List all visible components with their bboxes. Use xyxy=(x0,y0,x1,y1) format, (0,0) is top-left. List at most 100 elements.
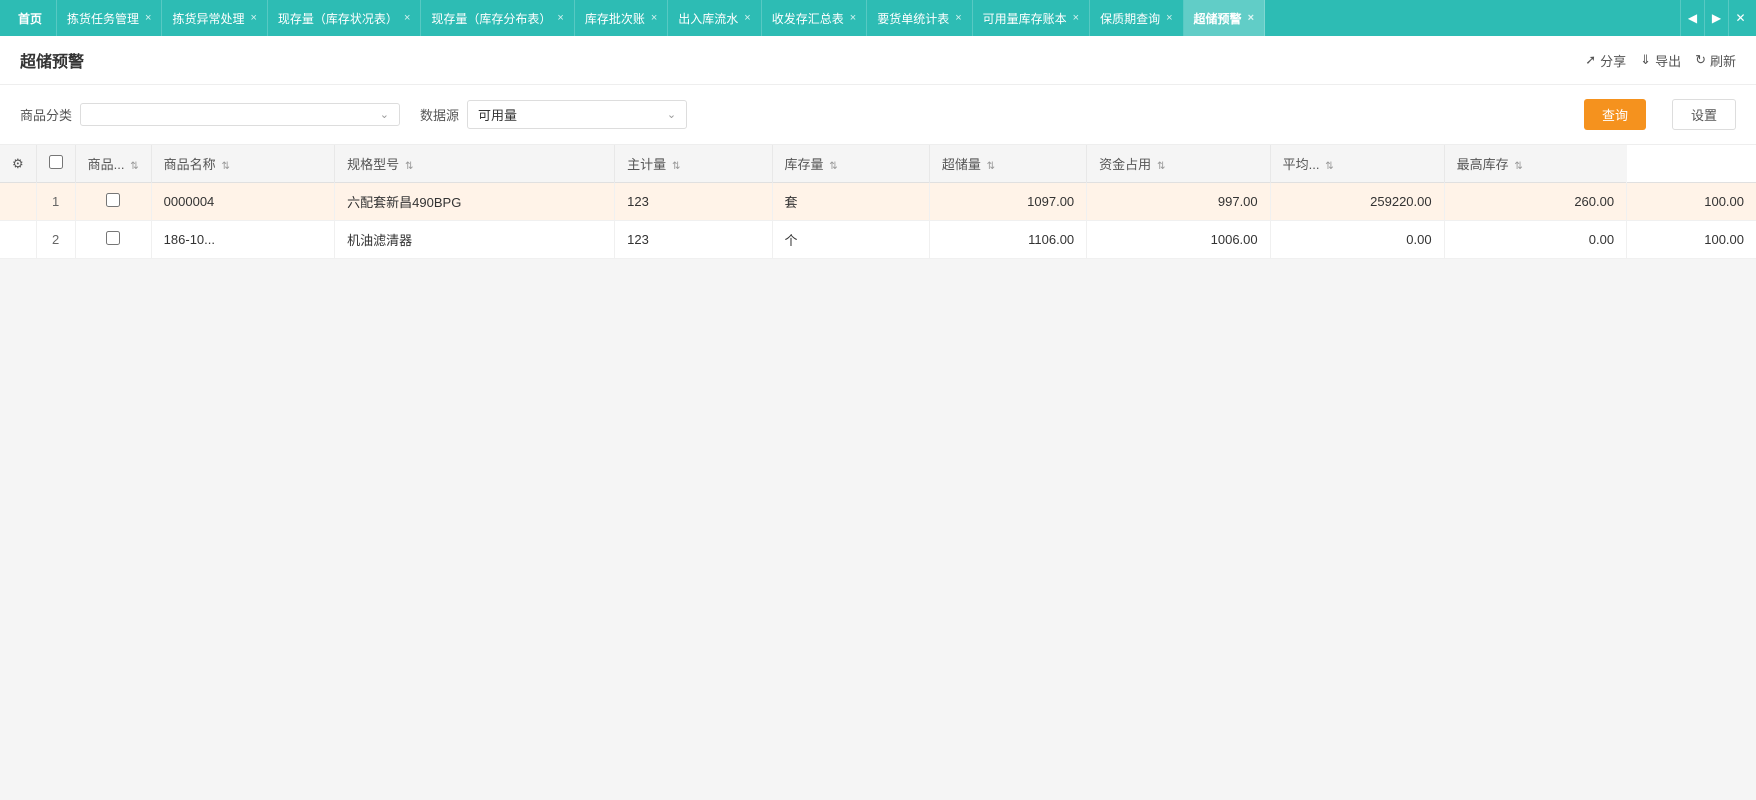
col-header-stock[interactable]: 库存量 ⇅ xyxy=(772,145,929,183)
col-header-spec[interactable]: 规格型号 ⇅ xyxy=(335,145,615,183)
nav-tab-stock-status[interactable]: 现存量（库存状况表）× xyxy=(268,0,421,36)
nav-tab-stock-dist[interactable]: 现存量（库存分布表）× xyxy=(421,0,574,36)
page-title: 超储预警 xyxy=(20,48,84,72)
unit-cell-1: 个 xyxy=(772,221,929,259)
capital-cell-0: 259220.00 xyxy=(1270,183,1444,221)
nav-close-button[interactable]: ✕ xyxy=(1728,0,1752,36)
sort-icon-stock: ⇅ xyxy=(827,161,838,172)
filters-row: 商品分类 ⌄ 数据源 可用量 ⌄ 查询 设置 xyxy=(0,85,1756,145)
col-header-max_stock[interactable]: 最高库存 ⇅ xyxy=(1444,145,1626,183)
nav-tab-task-mgmt[interactable]: 拣货任务管理× xyxy=(57,0,162,36)
nav-tab-abnormal[interactable]: 拣货异常处理× xyxy=(162,0,267,36)
row-gear-0 xyxy=(0,183,36,221)
row-num-0: 1 xyxy=(36,183,75,221)
data-table: ⚙ 商品... ⇅商品名称 ⇅规格型号 ⇅主计量 ⇅库存量 ⇅超储量 ⇅资金占用 … xyxy=(0,145,1756,259)
close-tab-stock-dist-icon[interactable]: × xyxy=(557,12,563,24)
col-header-unit[interactable]: 主计量 ⇅ xyxy=(615,145,772,183)
sort-icon-unit: ⇅ xyxy=(669,161,680,172)
header-actions: ➚ 分享 ⇓ 导出 ↻ 刷新 xyxy=(1585,51,1736,70)
nav-tab-order-stat[interactable]: 要货单统计表× xyxy=(867,0,972,36)
col-header-avg[interactable]: 平均... ⇅ xyxy=(1270,145,1444,183)
datasource-chevron-icon: ⌄ xyxy=(667,108,676,121)
share-icon: ➚ xyxy=(1585,52,1596,68)
share-button[interactable]: ➚ 分享 xyxy=(1585,51,1626,70)
datasource-filter-group: 数据源 可用量 ⌄ xyxy=(420,100,687,129)
top-nav: 首页拣货任务管理×拣货异常处理×现存量（库存状况表）×现存量（库存分布表）×库存… xyxy=(0,0,1756,36)
close-tab-recv-total-icon[interactable]: × xyxy=(850,12,856,24)
query-button[interactable]: 查询 xyxy=(1584,99,1646,130)
table-row: 2186-10...机油滤清器123个1106.001006.000.000.0… xyxy=(0,221,1756,259)
product-code-cell-0: 0000004 xyxy=(151,183,334,221)
datasource-value: 可用量 xyxy=(478,105,517,124)
col-header-product_code[interactable]: 商品... ⇅ xyxy=(75,145,151,183)
sort-icon-avg: ⇅ xyxy=(1322,161,1333,172)
gear-icon[interactable]: ⚙ xyxy=(12,156,24,171)
row-checkbox-cell-1 xyxy=(75,221,151,259)
overstock-cell-1: 1006.00 xyxy=(1087,221,1270,259)
spec-cell-1: 123 xyxy=(615,221,772,259)
row-num-1: 2 xyxy=(36,221,75,259)
unit-cell-0: 套 xyxy=(772,183,929,221)
stock-cell-1: 1106.00 xyxy=(929,221,1086,259)
overstock-cell-0: 997.00 xyxy=(1087,183,1270,221)
nav-tab-quality-check[interactable]: 保质期查询× xyxy=(1090,0,1183,36)
category-chevron-icon: ⌄ xyxy=(380,108,389,121)
col-header-checkbox xyxy=(36,145,75,183)
close-tab-avail-ledger-icon[interactable]: × xyxy=(1073,12,1079,24)
sort-icon-capital: ⇅ xyxy=(1154,161,1165,172)
col-header-gear: ⚙ xyxy=(0,145,36,183)
product-code-cell-1: 186-10... xyxy=(151,221,334,259)
close-tab-quality-check-icon[interactable]: × xyxy=(1166,12,1172,24)
select-all-checkbox[interactable] xyxy=(49,155,63,169)
close-tab-task-mgmt-icon[interactable]: × xyxy=(145,12,151,24)
avg-cell-0: 260.00 xyxy=(1444,183,1626,221)
table-row: 1 0000004六配套新昌490BPG123套1097.00997.002592… xyxy=(0,183,1756,221)
export-icon: ⇓ xyxy=(1640,52,1651,68)
product-name-cell-1: 机油滤清器 xyxy=(335,221,615,259)
category-label: 商品分类 xyxy=(20,105,72,124)
sort-icon-spec: ⇅ xyxy=(402,161,413,172)
row-checkbox-1[interactable] xyxy=(106,231,120,245)
close-tab-stock-batch-icon[interactable]: × xyxy=(651,12,657,24)
avg-cell-1: 0.00 xyxy=(1444,221,1626,259)
datasource-select[interactable]: 可用量 ⌄ xyxy=(467,100,687,129)
col-header-capital[interactable]: 资金占用 ⇅ xyxy=(1087,145,1270,183)
datasource-label: 数据源 xyxy=(420,105,459,124)
settings-button[interactable]: 设置 xyxy=(1672,99,1736,130)
product-name-cell-0: 六配套新昌490BPG xyxy=(335,183,615,221)
row-gear-1 xyxy=(0,221,36,259)
nav-tab-overstock[interactable]: 超储预警× xyxy=(1184,0,1265,36)
nav-arrows: ◀ ▶ ✕ xyxy=(1680,0,1752,36)
nav-prev-button[interactable]: ◀ xyxy=(1680,0,1704,36)
capital-cell-1: 0.00 xyxy=(1270,221,1444,259)
category-select[interactable]: ⌄ xyxy=(80,103,400,126)
close-tab-abnormal-icon[interactable]: × xyxy=(250,12,256,24)
nav-next-button[interactable]: ▶ xyxy=(1704,0,1728,36)
col-header-product_name[interactable]: 商品名称 ⇅ xyxy=(151,145,334,183)
nav-tab-avail-ledger[interactable]: 可用量库存账本× xyxy=(973,0,1090,36)
nav-tab-inout-flow[interactable]: 出入库流水× xyxy=(668,0,761,36)
sort-icon-overstock: ⇅ xyxy=(984,161,995,172)
col-header-overstock[interactable]: 超储量 ⇅ xyxy=(929,145,1086,183)
close-tab-overstock-icon[interactable]: × xyxy=(1248,12,1254,24)
row-checkbox-cell-0 xyxy=(75,183,151,221)
close-tab-order-stat-icon[interactable]: × xyxy=(955,12,961,24)
sort-icon-product_code: ⇅ xyxy=(128,161,139,172)
category-filter-group: 商品分类 ⌄ xyxy=(20,103,400,126)
max-stock-cell-1: 100.00 xyxy=(1627,221,1756,259)
refresh-icon: ↻ xyxy=(1695,52,1706,68)
table-container: ⚙ 商品... ⇅商品名称 ⇅规格型号 ⇅主计量 ⇅库存量 ⇅超储量 ⇅资金占用 … xyxy=(0,145,1756,259)
nav-tab-recv-total[interactable]: 收发存汇总表× xyxy=(762,0,867,36)
page-header: 超储预警 ➚ 分享 ⇓ 导出 ↻ 刷新 xyxy=(0,36,1756,85)
export-button[interactable]: ⇓ 导出 xyxy=(1640,51,1681,70)
nav-tab-stock-batch[interactable]: 库存批次账× xyxy=(575,0,668,36)
sort-icon-max_stock: ⇅ xyxy=(1512,161,1523,172)
spec-cell-0: 123 xyxy=(615,183,772,221)
close-tab-stock-status-icon[interactable]: × xyxy=(404,12,410,24)
max-stock-cell-0: 100.00 xyxy=(1627,183,1756,221)
stock-cell-0: 1097.00 xyxy=(929,183,1086,221)
refresh-button[interactable]: ↻ 刷新 xyxy=(1695,51,1736,70)
row-checkbox-0[interactable] xyxy=(106,193,120,207)
nav-tab-home[interactable]: 首页 xyxy=(4,0,57,36)
close-tab-inout-flow-icon[interactable]: × xyxy=(744,12,750,24)
